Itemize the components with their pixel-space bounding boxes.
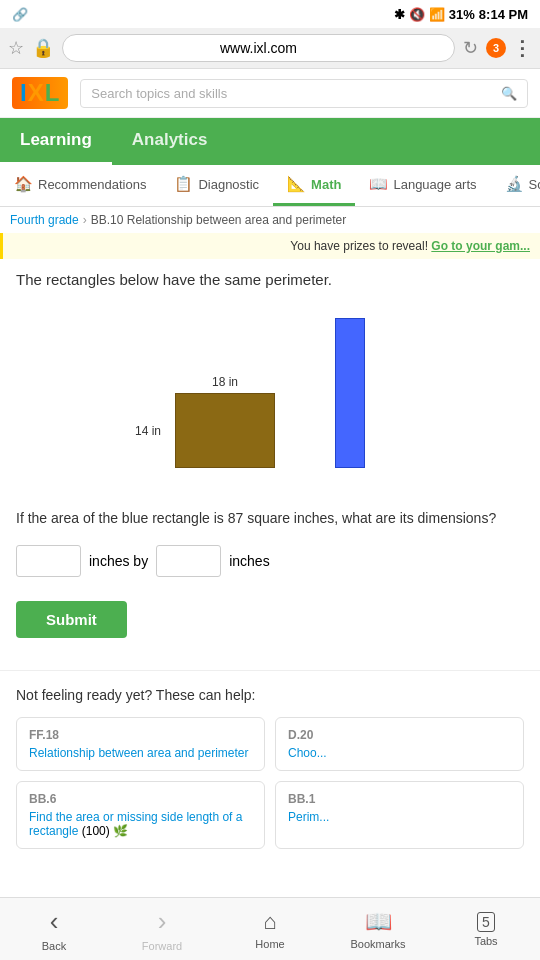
link-icon: 🔗	[12, 7, 28, 22]
tabs-icon: 5	[477, 912, 495, 932]
rectangles-area: 18 in 14 in	[16, 308, 524, 478]
question-text: If the area of the blue rectangle is 87 …	[16, 508, 524, 529]
prize-banner: You have prizes to reveal! Go to your ga…	[0, 233, 540, 259]
battery-text: 31%	[449, 7, 475, 22]
back-icon: ‹	[50, 906, 59, 937]
browser-bar: ☆ 🔒 www.ixl.com ↻ 3 ⋮	[0, 28, 540, 69]
search-placeholder: Search topics and skills	[91, 86, 227, 101]
subject-tabs: 🏠 Recommendations 📋 Diagnostic 📐 Math 📖 …	[0, 165, 540, 207]
bookmarks-label: Bookmarks	[350, 938, 405, 950]
help-card-bb6-extra: (100) 🌿	[82, 824, 128, 838]
url-text: www.ixl.com	[220, 40, 297, 56]
brown-rectangle	[175, 393, 275, 468]
inches-label: inches	[229, 553, 269, 569]
help-links-row-1: FF.18 Relationship between area and peri…	[16, 717, 524, 771]
ixl-header: IXL Search topics and skills 🔍	[0, 69, 540, 118]
nav-tabs[interactable]: 5 Tabs	[456, 912, 516, 947]
main-content: The rectangles below have the same perim…	[0, 259, 540, 650]
forward-icon: ›	[158, 906, 167, 937]
nav-home[interactable]: ⌂ Home	[240, 909, 300, 950]
nav-back[interactable]: ‹ Back	[24, 906, 84, 952]
star-button[interactable]: ☆	[8, 37, 24, 59]
url-box[interactable]: www.ixl.com	[62, 34, 455, 62]
back-label: Back	[42, 940, 66, 952]
tab-math[interactable]: 📐 Math	[273, 165, 355, 206]
nav-bookmarks[interactable]: 📖 Bookmarks	[348, 909, 408, 950]
help-card-d20-link[interactable]: Choo...	[288, 746, 327, 760]
breadcrumb-grade[interactable]: Fourth grade	[10, 213, 79, 227]
tab-diagnostic-label: Diagnostic	[198, 177, 259, 192]
blue-rect-container	[335, 318, 365, 468]
help-card-bb1[interactable]: BB.1 Perim...	[275, 781, 524, 849]
help-card-bb6[interactable]: BB.6 Find the area or missing side lengt…	[16, 781, 265, 849]
mute-icon: 🔇	[409, 7, 425, 22]
bottom-nav: ‹ Back › Forward ⌂ Home 📖 Bookmarks 5 Ta…	[0, 897, 540, 955]
brown-height-label: 14 in	[135, 424, 161, 438]
help-card-d20-code: D.20	[288, 728, 511, 742]
inches-by-label: inches by	[89, 553, 148, 569]
help-card-ff18-code: FF.18	[29, 728, 252, 742]
help-card-ff18[interactable]: FF.18 Relationship between area and peri…	[16, 717, 265, 771]
help-card-d20[interactable]: D.20 Choo...	[275, 717, 524, 771]
tab-language-arts-label: Language arts	[393, 177, 476, 192]
brown-width-label: 18 in	[212, 375, 238, 389]
breadcrumb-sep: ›	[83, 213, 87, 227]
tab-math-label: Math	[311, 177, 341, 192]
problem-intro: The rectangles below have the same perim…	[16, 271, 524, 288]
tab-language-arts[interactable]: 📖 Language arts	[355, 165, 490, 206]
nav-forward[interactable]: › Forward	[132, 906, 192, 952]
forward-label: Forward	[142, 940, 182, 952]
tab-science[interactable]: 🔬 Science	[491, 165, 540, 206]
breadcrumb: Fourth grade › BB.10 Relationship betwee…	[0, 207, 540, 233]
bluetooth-icon: ✱	[394, 7, 405, 22]
tabs-label: Tabs	[474, 935, 497, 947]
tab-recommendations-label: Recommendations	[38, 177, 146, 192]
help-card-bb6-link[interactable]: Find the area or missing side length of …	[29, 810, 242, 838]
tab-science-label: Science	[529, 177, 540, 192]
home-label: Home	[255, 938, 284, 950]
diagnostic-icon: 📋	[174, 175, 193, 193]
tab-recommendations[interactable]: 🏠 Recommendations	[0, 165, 160, 206]
prize-text: You have prizes to reveal!	[290, 239, 428, 253]
brown-rect-container: 18 in 14 in	[175, 375, 275, 468]
nav-tab-learning[interactable]: Learning	[0, 118, 112, 165]
lock-button[interactable]: 🔒	[32, 37, 54, 59]
nav-tab-analytics[interactable]: Analytics	[112, 118, 228, 165]
main-nav: Learning Analytics	[0, 118, 540, 165]
time-text: 8:14 PM	[479, 7, 528, 22]
language-arts-icon: 📖	[369, 175, 388, 193]
refresh-button[interactable]: ↻	[463, 37, 478, 59]
help-card-bb1-link[interactable]: Perim...	[288, 810, 329, 824]
math-icon: 📐	[287, 175, 306, 193]
help-card-ff18-link[interactable]: Relationship between area and perimeter	[29, 746, 248, 760]
ixl-logo: IXL	[12, 77, 68, 109]
answer-input-2[interactable]	[156, 545, 221, 577]
status-bar: 🔗 ✱ 🔇 📶 31% 8:14 PM	[0, 0, 540, 28]
home-icon: ⌂	[263, 909, 276, 935]
blue-rectangle	[335, 318, 365, 468]
prize-link[interactable]: Go to your gam...	[431, 239, 530, 253]
signal-icon: 📶	[429, 7, 445, 22]
recommendations-icon: 🏠	[14, 175, 33, 193]
answer-input-1[interactable]	[16, 545, 81, 577]
more-button[interactable]: ⋮	[512, 36, 532, 60]
tab-badge[interactable]: 3	[486, 38, 506, 58]
science-icon: 🔬	[505, 175, 524, 193]
bookmarks-icon: 📖	[365, 909, 392, 935]
answer-row: inches by inches	[16, 545, 524, 577]
help-links-row-2: BB.6 Find the area or missing side lengt…	[16, 781, 524, 849]
search-icon: 🔍	[501, 86, 517, 101]
breadcrumb-topic: BB.10 Relationship between area and peri…	[91, 213, 347, 227]
help-section: Not feeling ready yet? These can help: F…	[0, 670, 540, 875]
help-title: Not feeling ready yet? These can help:	[16, 687, 524, 703]
help-card-bb6-code: BB.6	[29, 792, 252, 806]
tab-diagnostic[interactable]: 📋 Diagnostic	[160, 165, 273, 206]
help-card-bb1-code: BB.1	[288, 792, 511, 806]
search-box[interactable]: Search topics and skills 🔍	[80, 79, 528, 108]
submit-button[interactable]: Submit	[16, 601, 127, 638]
